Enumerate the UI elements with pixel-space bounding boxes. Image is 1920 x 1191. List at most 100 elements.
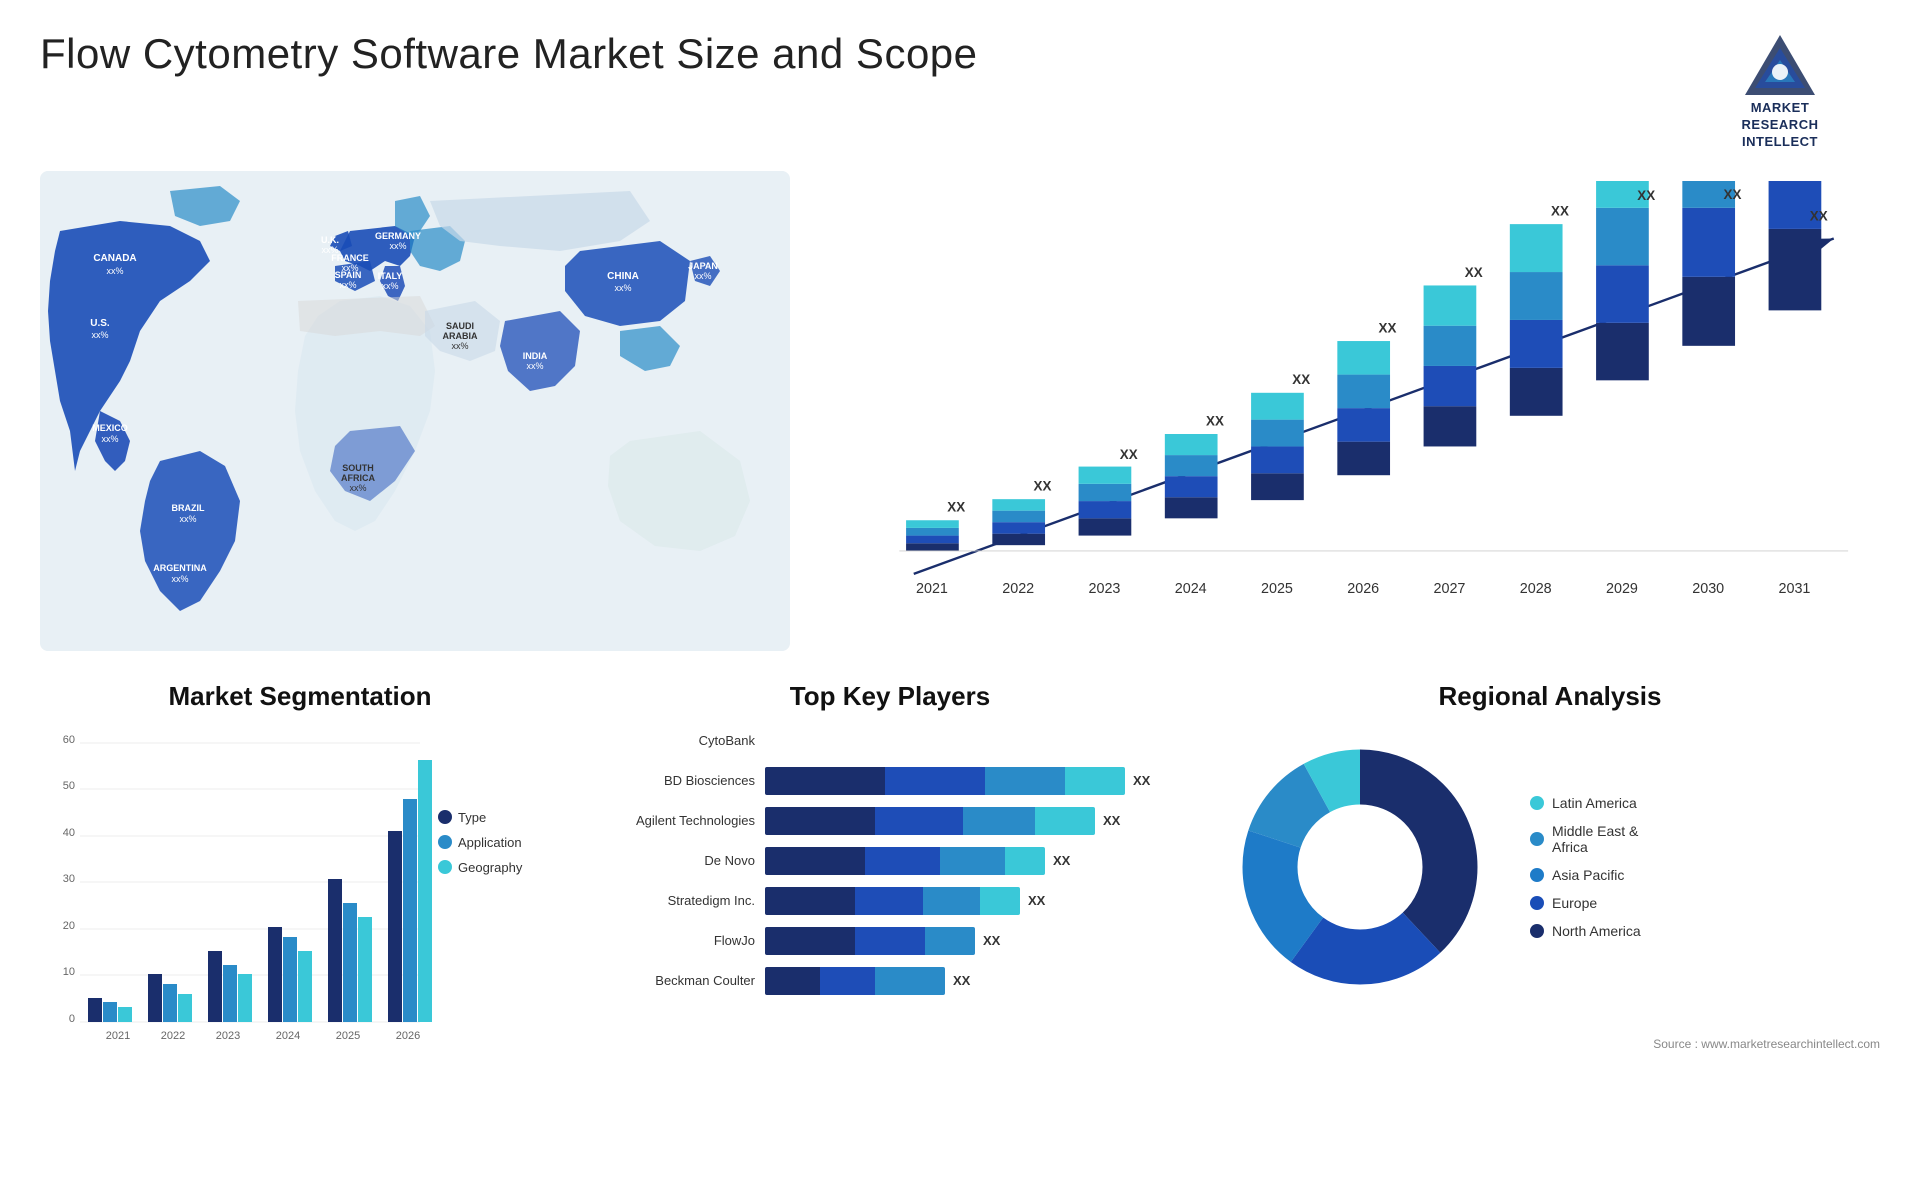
- svg-text:10: 10: [63, 966, 75, 978]
- player-bar-wrap: XX: [765, 807, 1200, 835]
- player-row-stratedigm: Stratedigm Inc. XX: [580, 887, 1200, 915]
- player-bar-wrap: XX: [765, 967, 1200, 995]
- legend-dot-apac: [1530, 868, 1544, 882]
- segmentation-chart: 0 10 20 30 40 50 60 2021: [40, 727, 560, 1057]
- svg-text:XX: XX: [1810, 208, 1828, 223]
- page-container: Flow Cytometry Software Market Size and …: [0, 0, 1920, 1191]
- svg-text:xx%: xx%: [526, 361, 543, 371]
- svg-text:2028: 2028: [1520, 581, 1552, 597]
- donut-chart-svg: [1220, 727, 1500, 1007]
- svg-text:2024: 2024: [276, 1030, 300, 1042]
- legend-dot-mea: [1530, 832, 1544, 846]
- player-row-bd: BD Biosciences XX: [580, 767, 1200, 795]
- bar-chart-container: 2021 XX 2022 XX 2023 XX: [810, 171, 1880, 651]
- map-label-us: U.S.: [90, 318, 110, 329]
- player-name: BD Biosciences: [580, 773, 755, 788]
- player-bar: [765, 807, 1095, 835]
- svg-text:2022: 2022: [1002, 581, 1034, 597]
- svg-text:Geography: Geography: [458, 860, 523, 875]
- player-row-denovo: De Novo XX: [580, 847, 1200, 875]
- svg-text:2021: 2021: [916, 581, 948, 597]
- player-name: De Novo: [580, 853, 755, 868]
- svg-text:2026: 2026: [1347, 581, 1379, 597]
- svg-text:2023: 2023: [1088, 581, 1120, 597]
- svg-text:xx%: xx%: [106, 266, 123, 276]
- player-name: Beckman Coulter: [580, 973, 755, 988]
- svg-text:2030: 2030: [1692, 581, 1724, 597]
- svg-text:Application: Application: [458, 835, 522, 850]
- svg-text:50: 50: [63, 780, 75, 792]
- player-bar-wrap: [765, 727, 1200, 755]
- svg-text:xx%: xx%: [389, 241, 406, 251]
- players-title: Top Key Players: [580, 681, 1200, 712]
- svg-text:XX: XX: [1465, 265, 1483, 280]
- svg-text:2031: 2031: [1778, 581, 1810, 597]
- legend-label-latin: Latin America: [1552, 795, 1637, 811]
- player-value: XX: [953, 973, 970, 988]
- player-name: CytoBank: [580, 733, 755, 748]
- svg-text:0: 0: [69, 1013, 75, 1025]
- logo-text: MARKET RESEARCH INTELLECT: [1742, 100, 1819, 151]
- player-bar: [765, 967, 945, 995]
- legend-label-na: North America: [1552, 923, 1641, 939]
- svg-text:2027: 2027: [1433, 581, 1465, 597]
- map-label-mexico: MEXICO: [92, 423, 128, 433]
- svg-text:xx%: xx%: [694, 271, 711, 281]
- svg-text:xx%: xx%: [179, 514, 196, 524]
- svg-text:AFRICA: AFRICA: [341, 473, 375, 483]
- player-bar-wrap: XX: [765, 847, 1200, 875]
- player-value: XX: [1103, 813, 1120, 828]
- map-label-canada: CANADA: [93, 253, 136, 264]
- map-label-japan: JAPAN: [688, 261, 718, 271]
- svg-text:2021: 2021: [106, 1030, 130, 1042]
- player-value: XX: [1053, 853, 1070, 868]
- legend-dot-na: [1530, 924, 1544, 938]
- player-bar: [765, 767, 1125, 795]
- svg-text:Type: Type: [458, 810, 486, 825]
- player-bar-wrap: XX: [765, 767, 1200, 795]
- svg-text:xx%: xx%: [451, 341, 468, 351]
- svg-text:xx%: xx%: [614, 283, 631, 293]
- player-name: Agilent Technologies: [580, 813, 755, 828]
- map-container: CANADA xx% U.S. xx% MEXICO xx% BRAZIL xx…: [40, 171, 790, 651]
- player-value: XX: [1133, 773, 1150, 788]
- legend-item-apac: Asia Pacific: [1530, 867, 1641, 883]
- logo-box: MARKET RESEARCH INTELLECT: [1680, 30, 1880, 151]
- svg-text:2023: 2023: [216, 1030, 240, 1042]
- legend-label-mea: Middle East &Africa: [1552, 823, 1638, 855]
- svg-text:xx%: xx%: [349, 483, 366, 493]
- svg-text:XX: XX: [1551, 203, 1569, 218]
- svg-text:ARABIA: ARABIA: [443, 331, 478, 341]
- svg-text:40: 40: [63, 827, 75, 839]
- world-map-svg: CANADA xx% U.S. xx% MEXICO xx% BRAZIL xx…: [40, 171, 790, 651]
- logo-icon: [1740, 30, 1820, 100]
- svg-text:2025: 2025: [1261, 581, 1293, 597]
- segmentation-title: Market Segmentation: [40, 681, 560, 712]
- svg-text:20: 20: [63, 920, 75, 932]
- svg-text:2029: 2029: [1606, 581, 1638, 597]
- svg-text:2024: 2024: [1175, 581, 1207, 597]
- player-name: Stratedigm Inc.: [580, 893, 755, 908]
- source-text: Source : www.marketresearchintellect.com: [1220, 1037, 1880, 1051]
- map-label-saudi: SAUDI: [446, 321, 474, 331]
- segmentation-container: Market Segmentation 0 10 20 30 40 50 60: [40, 681, 560, 1161]
- svg-text:2022: 2022: [161, 1030, 185, 1042]
- svg-text:30: 30: [63, 873, 75, 885]
- donut-area: Latin America Middle East &Africa Asia P…: [1220, 727, 1880, 1007]
- player-bar-wrap: XX: [765, 887, 1200, 915]
- map-label-france: FRANCE: [331, 253, 369, 263]
- svg-text:2025: 2025: [336, 1030, 360, 1042]
- legend-dot-europe: [1530, 896, 1544, 910]
- bottom-section: Market Segmentation 0 10 20 30 40 50 60: [40, 681, 1880, 1161]
- map-label-argentina: ARGENTINA: [153, 563, 207, 573]
- growth-bar-chart: 2021 XX 2022 XX 2023 XX: [830, 181, 1860, 641]
- player-bar: [765, 887, 1020, 915]
- player-value: XX: [1028, 893, 1045, 908]
- player-name: FlowJo: [580, 933, 755, 948]
- player-row-agilent: Agilent Technologies XX: [580, 807, 1200, 835]
- svg-text:xx%: xx%: [101, 434, 118, 444]
- svg-text:XX: XX: [1120, 447, 1138, 462]
- regional-container: Regional Analysis: [1220, 681, 1880, 1161]
- svg-text:XX: XX: [1724, 187, 1742, 202]
- donut-legend: Latin America Middle East &Africa Asia P…: [1530, 795, 1641, 939]
